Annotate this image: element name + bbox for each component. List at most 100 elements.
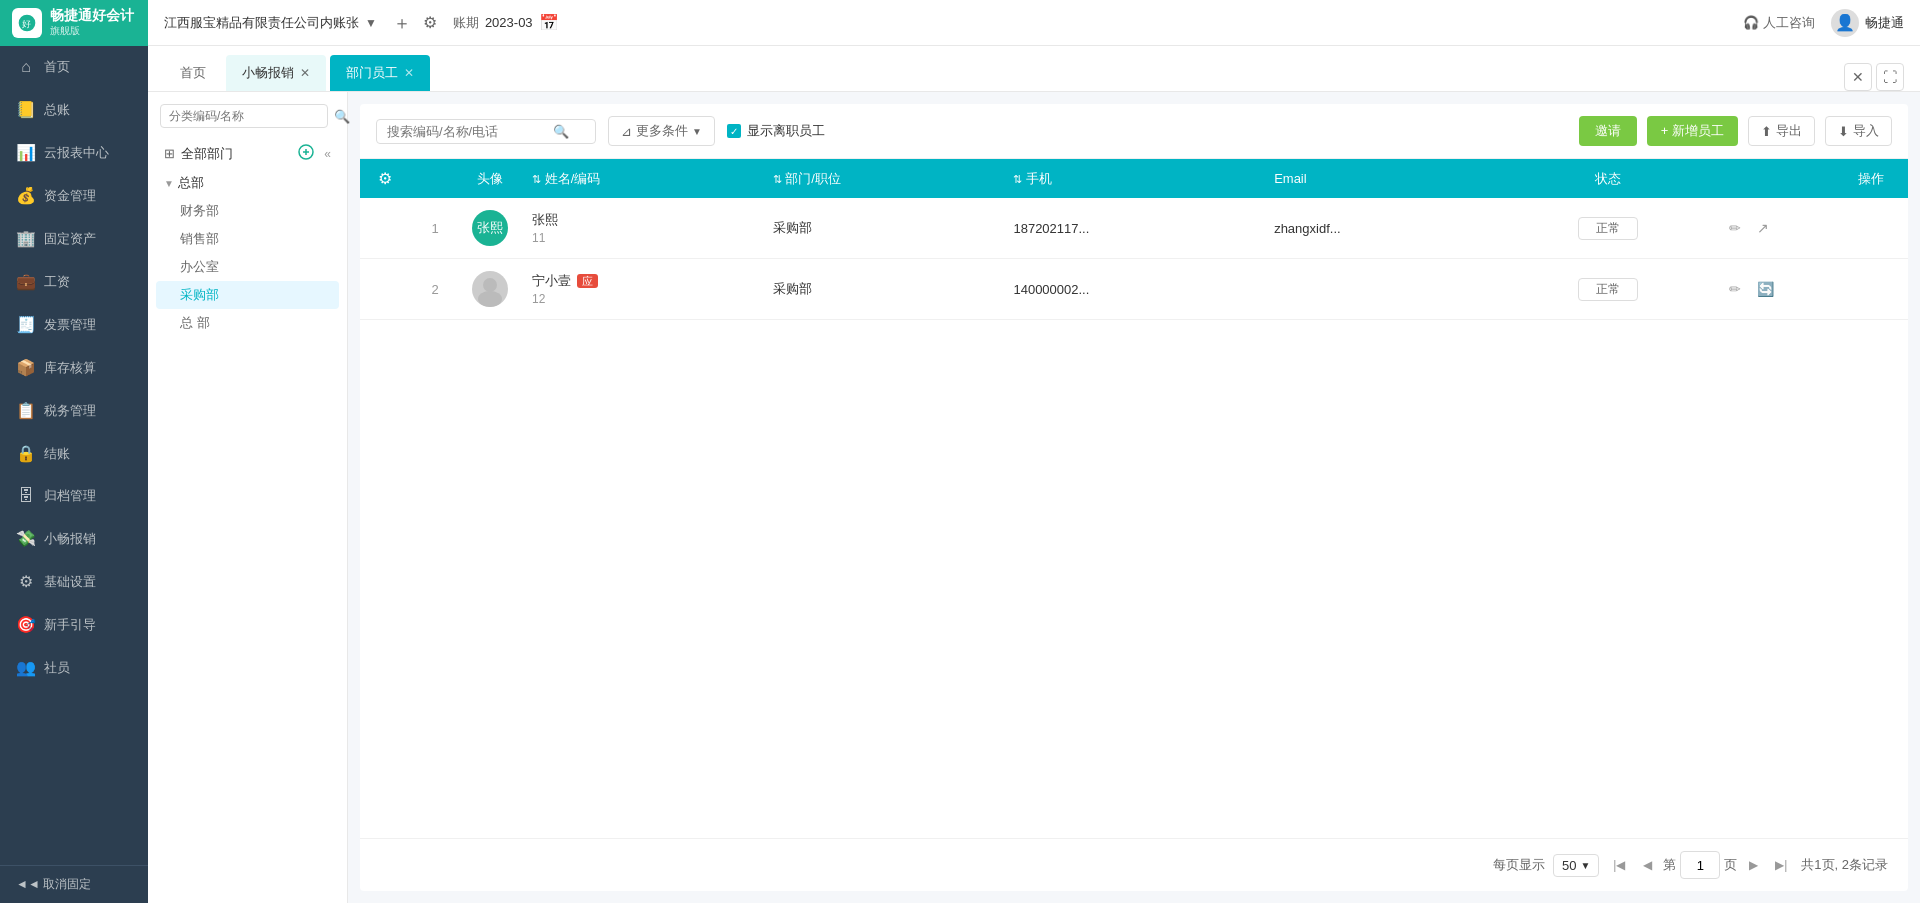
sidebar-item-home[interactable]: ⌂ 首页 — [0, 46, 148, 88]
employee-search-input[interactable] — [387, 124, 547, 139]
company-selector[interactable]: 江西服宝精品有限责任公司内账张 ▼ — [164, 14, 377, 32]
sidebar-item-ledger[interactable]: 📒 总账 — [0, 88, 148, 131]
dept-edit-icon[interactable] — [298, 144, 314, 163]
sidebar-item-funds[interactable]: 💰 资金管理 — [0, 174, 148, 217]
dept-search-input[interactable] — [160, 104, 328, 128]
invite-button[interactable]: 邀请 — [1579, 116, 1637, 146]
col-dept-pos-label: 部门/职位 — [785, 171, 841, 186]
sidebar-label-tax: 税务管理 — [44, 402, 96, 420]
add-employee-button[interactable]: + 新增员工 — [1647, 116, 1738, 146]
archive-icon: 🗄 — [16, 487, 36, 505]
employee-search-icon[interactable]: 🔍 — [553, 124, 569, 139]
tab-dept-employee[interactable]: 部门员工 ✕ — [330, 55, 430, 91]
tab-dept-employee-close[interactable]: ✕ — [404, 66, 414, 80]
company-dropdown-icon[interactable]: ▼ — [365, 16, 377, 30]
sidebar-label-settings: 基础设置 — [44, 573, 96, 591]
emp-code: 11 — [532, 231, 749, 245]
sidebar-label-ledger: 总账 — [44, 101, 70, 119]
more-icon[interactable]: ↗ — [1757, 220, 1769, 236]
sidebar-item-inventory[interactable]: 📦 库存核算 — [0, 346, 148, 389]
sidebar-item-tax[interactable]: 📋 税务管理 — [0, 389, 148, 432]
page-last-button[interactable]: ▶| — [1769, 853, 1793, 877]
tab-home[interactable]: 首页 — [164, 55, 222, 91]
page-prev-button[interactable]: ◀ — [1635, 853, 1659, 877]
tab-expense-close[interactable]: ✕ — [300, 66, 310, 80]
sidebar-item-expense[interactable]: 💸 小畅报销 — [0, 517, 148, 560]
tab-expense[interactable]: 小畅报销 ✕ — [226, 55, 326, 91]
dept-collapse-icon[interactable]: « — [324, 147, 331, 161]
edit-icon[interactable]: ✏ — [1729, 220, 1741, 236]
dept-node-office[interactable]: 办公室 — [156, 253, 339, 281]
page-label-pre: 第 — [1663, 856, 1676, 874]
sort-phone-icon: ⇅ — [1013, 173, 1022, 185]
svg-point-4 — [478, 291, 502, 307]
employee-search-wrapper: 🔍 — [376, 119, 596, 144]
tab-panel-expand-button[interactable]: ⛶ — [1876, 63, 1904, 91]
page-first-button[interactable]: |◀ — [1607, 853, 1631, 877]
dept-node-general[interactable]: 总 部 — [156, 309, 339, 337]
dept-node-hq[interactable]: ▼ 总部 — [156, 169, 339, 197]
user-name: 畅捷通 — [1865, 14, 1904, 32]
export-label: 导出 — [1776, 122, 1802, 140]
import-button[interactable]: ⬇ 导入 — [1825, 116, 1892, 146]
dept-all-button[interactable]: ⊞ 全部部门 « — [156, 138, 339, 169]
dept-pos: 采购部 — [773, 281, 812, 296]
dept-node-purchase[interactable]: 采购部 — [156, 281, 339, 309]
col-dept-pos[interactable]: ⇅ 部门/职位 — [761, 159, 1002, 198]
user-info[interactable]: 👤 畅捷通 — [1831, 9, 1904, 37]
cancel-pin-button[interactable]: ◄◄ 取消固定 — [0, 865, 148, 903]
col-phone[interactable]: ⇅ 手机 — [1001, 159, 1262, 198]
add-button[interactable]: ＋ — [393, 11, 411, 35]
tab-expense-label: 小畅报销 — [242, 64, 294, 82]
export-button[interactable]: ⬆ 导出 — [1748, 116, 1815, 146]
tab-panel-close-button[interactable]: ✕ — [1844, 63, 1872, 91]
phone-cell: 187202117... — [1001, 198, 1262, 259]
dept-node-sales-label: 销售部 — [180, 231, 219, 246]
col-name-code[interactable]: ⇅ 姓名/编码 — [520, 159, 761, 198]
filter-button[interactable]: ⊿ 更多条件 ▼ — [608, 116, 715, 146]
dept-node-finance[interactable]: 财务部 — [156, 197, 339, 225]
sidebar-item-reports[interactable]: 📊 云报表中心 — [0, 131, 148, 174]
avatar-cell: 张熙 — [460, 198, 520, 259]
col-email-label: Email — [1274, 171, 1307, 186]
sidebar-item-invoice[interactable]: 🧾 发票管理 — [0, 303, 148, 346]
sidebar-label-salary: 工资 — [44, 273, 70, 291]
dept-node-office-label: 办公室 — [180, 259, 219, 274]
per-page-select[interactable]: 50 ▼ — [1553, 854, 1599, 877]
sidebar-label-reports: 云报表中心 — [44, 144, 109, 162]
show-resigned-checkbox[interactable]: ✓ — [727, 124, 741, 138]
col-settings-icon[interactable]: ⚙ — [378, 170, 392, 187]
col-avatar: 头像 — [460, 159, 520, 198]
calendar-icon[interactable]: 📅 — [539, 13, 559, 32]
sidebar-item-salary[interactable]: 💼 工资 — [0, 260, 148, 303]
show-resigned-toggle[interactable]: ✓ 显示离职员工 — [727, 122, 825, 140]
invoice-icon: 🧾 — [16, 315, 36, 334]
dept-search-icon[interactable]: 🔍 — [334, 109, 350, 124]
logo-icon: 好 — [12, 8, 42, 38]
phone: 140000002... — [1013, 282, 1089, 297]
sidebar-item-guide[interactable]: 🎯 新手引导 — [0, 603, 148, 646]
dept-tree: ⊞ 全部部门 « ▼ 总部 财务部 — [148, 138, 347, 891]
sidebar-item-close[interactable]: 🔒 结账 — [0, 432, 148, 475]
sidebar-item-assets[interactable]: 🏢 固定资产 — [0, 217, 148, 260]
sidebar-item-members[interactable]: 👥 社员 — [0, 646, 148, 689]
edit-icon[interactable]: ✏ — [1729, 281, 1741, 297]
status-cell: 正常 — [1498, 198, 1717, 259]
logo-area: 好 畅捷通好会计 旗舰版 — [0, 0, 148, 46]
tab-bar: 首页 小畅报销 ✕ 部门员工 ✕ ✕ ⛶ — [148, 46, 1920, 92]
dept-node-sales[interactable]: 销售部 — [156, 225, 339, 253]
service-button[interactable]: 🎧 人工咨询 — [1743, 14, 1815, 32]
sidebar-item-settings[interactable]: ⚙ 基础设置 — [0, 560, 148, 603]
more-icon[interactable]: 🔄 — [1757, 281, 1774, 297]
col-settings[interactable]: ⚙ — [360, 159, 410, 198]
sidebar-label-archive: 归档管理 — [44, 487, 96, 505]
sidebar-item-archive[interactable]: 🗄 归档管理 — [0, 475, 148, 517]
phone: 187202117... — [1013, 221, 1089, 236]
dept-pos: 采购部 — [773, 220, 812, 235]
page-label-post: 页 — [1724, 856, 1737, 874]
page-input[interactable] — [1680, 851, 1720, 879]
settings-button[interactable]: ⚙ — [423, 13, 437, 32]
page-next-button[interactable]: ▶ — [1741, 853, 1765, 877]
logo-subtitle: 旗舰版 — [50, 24, 134, 38]
expand-icon: ▼ — [164, 178, 174, 189]
